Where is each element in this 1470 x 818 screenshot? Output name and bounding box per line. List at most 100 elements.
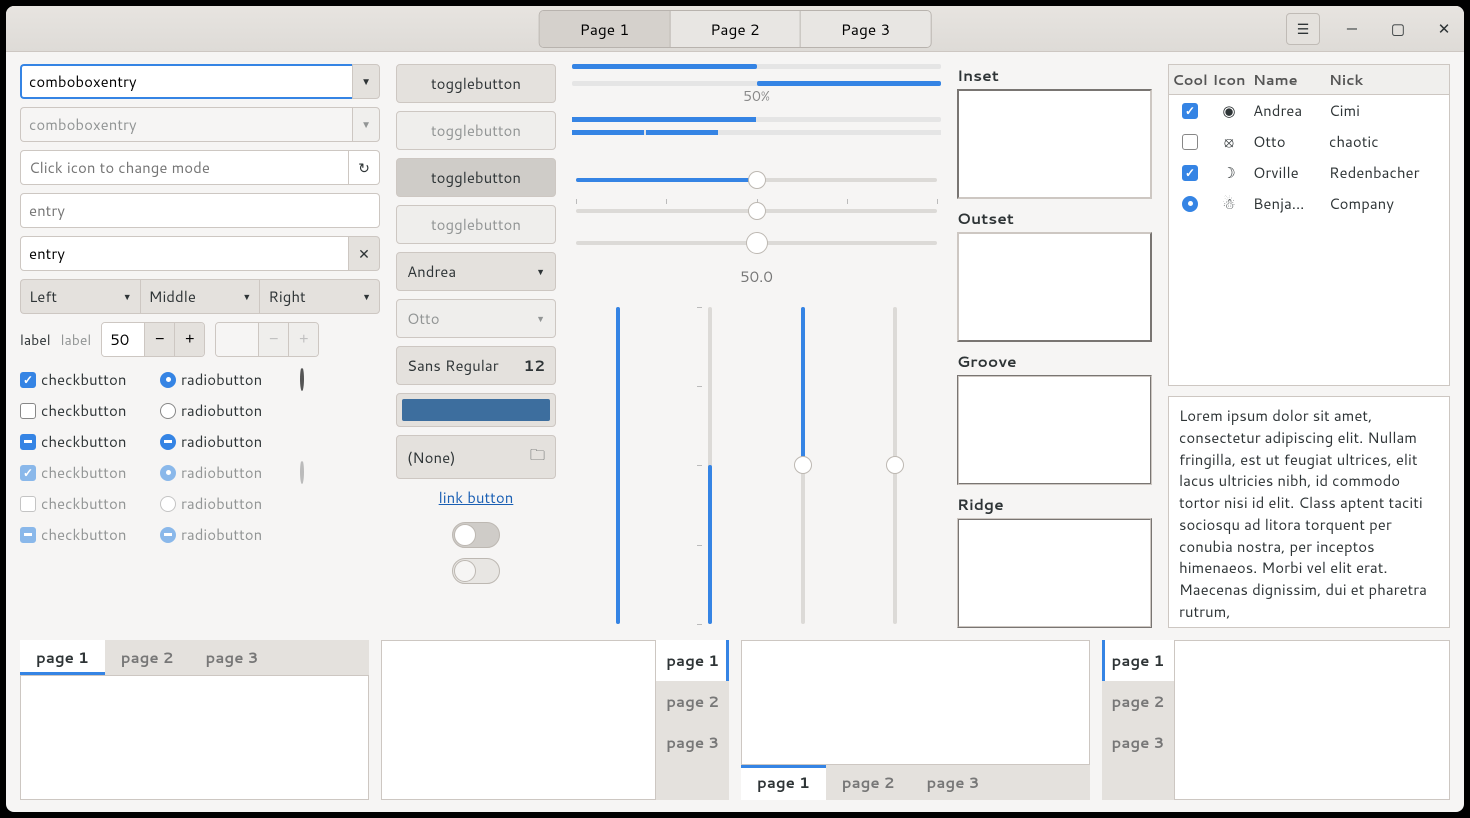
row-radio[interactable]: [1182, 196, 1198, 212]
scale-horizontal-3[interactable]: [572, 234, 941, 258]
check-label: checkbutton: [41, 493, 126, 514]
text-view[interactable]: Lorem ipsum dolor sit amet, consectetur …: [1168, 396, 1450, 628]
menu-button[interactable]: ☰: [1286, 13, 1320, 45]
scale-vertical-2[interactable]: [701, 303, 719, 628]
scale-horizontal-2[interactable]: [572, 202, 941, 220]
row-checkbox[interactable]: [1182, 134, 1198, 150]
checkbox-indeterminate[interactable]: [20, 434, 36, 450]
scale-vertical-3[interactable]: [794, 303, 812, 628]
switch-off[interactable]: [452, 522, 500, 548]
combo-left[interactable]: Left▼: [20, 279, 140, 314]
tab-page-1[interactable]: Page 1: [540, 11, 671, 47]
tree-row[interactable]: ☃ Benja... Company: [1169, 188, 1449, 219]
vertical-scales: [572, 303, 941, 628]
notebook-tab[interactable]: page 3: [190, 640, 275, 675]
notebook-tab[interactable]: page 3: [1102, 722, 1175, 763]
radio-unchecked[interactable]: [160, 403, 176, 419]
progress-with-text: 50%: [572, 81, 941, 109]
folder-icon: 🗀: [530, 444, 545, 470]
notebook-tab[interactable]: page 1: [656, 640, 729, 681]
entry-clearable-input[interactable]: [20, 236, 349, 271]
spin-input[interactable]: [102, 323, 144, 356]
row-checkbox[interactable]: ✓: [1182, 165, 1198, 181]
tree-row[interactable]: ✓ ◉ Andrea Cimi: [1169, 95, 1449, 126]
col-icon[interactable]: Icon: [1211, 65, 1247, 94]
spin-plus[interactable]: +: [174, 323, 204, 356]
notebook-tab[interactable]: page 1: [741, 765, 826, 800]
notebook-tab[interactable]: page 2: [826, 765, 911, 800]
notebook-tab[interactable]: page 1: [1102, 640, 1175, 681]
spin-button-disabled: − +: [215, 322, 319, 357]
col-cool[interactable]: Cool: [1169, 65, 1211, 94]
tab-page-2[interactable]: Page 2: [670, 11, 801, 47]
radio-label: radiobutton: [181, 493, 262, 514]
maximize-button[interactable]: ▢: [1384, 15, 1412, 43]
hamburger-icon: ☰: [1297, 19, 1310, 39]
file-label: (None): [407, 447, 456, 468]
link-button[interactable]: link button: [396, 487, 556, 508]
combobox-entry-input[interactable]: [20, 64, 352, 99]
color-swatch: [402, 399, 550, 421]
tree-header: Cool Icon Name Nick: [1169, 65, 1449, 95]
font-button[interactable]: Sans Regular 12: [396, 346, 556, 385]
label-disabled: label: [61, 330, 92, 350]
row-icon: ☽: [1211, 160, 1247, 185]
scale-horizontal-1[interactable]: [572, 171, 941, 189]
notebook-page: [381, 640, 657, 800]
toggle-button[interactable]: togglebutton: [396, 64, 556, 103]
check-label: checkbutton: [41, 524, 126, 545]
mode-entry-input[interactable]: [20, 150, 349, 185]
notebook-tab[interactable]: page 2: [105, 640, 190, 675]
entry-placeholder[interactable]: [20, 193, 380, 228]
chevron-down-icon[interactable]: ▼: [352, 64, 380, 99]
row-checkbox[interactable]: ✓: [1182, 103, 1198, 119]
entry-clearable[interactable]: ✕: [20, 236, 380, 271]
checkbox-checked[interactable]: ✓: [20, 372, 36, 388]
tree-row[interactable]: ✓ ☽ Orville Redenbacher: [1169, 157, 1449, 188]
stack-switcher: Page 1 Page 2 Page 3: [539, 10, 932, 48]
frame-groove: Groove: [957, 350, 1152, 485]
combo-andrea[interactable]: Andrea▼: [396, 252, 556, 291]
radio-checked[interactable]: [160, 372, 176, 388]
notebook-top: page 1 page 2 page 3: [20, 640, 369, 800]
mode-entry[interactable]: ↻: [20, 150, 380, 185]
check-label: checkbutton: [41, 400, 126, 421]
notebook-tab[interactable]: page 1: [20, 640, 105, 675]
combo-middle[interactable]: Middle▼: [140, 279, 260, 314]
scale-vertical-4[interactable]: [886, 303, 904, 628]
refresh-icon[interactable]: ↻: [349, 150, 380, 185]
tree-view[interactable]: Cool Icon Name Nick ✓ ◉ Andrea Cimi ⦻: [1168, 64, 1450, 386]
clear-icon[interactable]: ✕: [349, 236, 380, 271]
notebook-tab[interactable]: page 3: [911, 765, 996, 800]
file-chooser-button[interactable]: (None) 🗀: [396, 435, 556, 479]
switch-disabled: [452, 558, 500, 584]
radio-unchecked-disabled: [160, 496, 176, 512]
tree-row[interactable]: ⦻ Otto chaotic: [1169, 126, 1449, 157]
notebook-tab[interactable]: page 3: [656, 722, 729, 763]
font-name: Sans Regular: [407, 355, 499, 376]
notebook-page: [20, 675, 369, 800]
color-button[interactable]: [396, 393, 556, 427]
combobox-entry-focused[interactable]: ▼: [20, 64, 380, 99]
radio-indeterminate[interactable]: [160, 434, 176, 450]
notebook-right: page 1 page 2 page 3: [381, 640, 730, 800]
progress-text: 50%: [572, 86, 941, 106]
tab-page-3[interactable]: Page 3: [801, 11, 931, 47]
minimize-button[interactable]: —: [1338, 15, 1366, 43]
spin-minus[interactable]: −: [144, 323, 174, 356]
progress-bar-1: [572, 64, 941, 69]
combo-right[interactable]: Right▼: [259, 279, 380, 314]
font-size: 12: [524, 355, 545, 376]
checkbox-unchecked[interactable]: [20, 403, 36, 419]
minimize-icon: —: [1347, 18, 1357, 39]
toggle-button-active[interactable]: togglebutton: [396, 158, 556, 197]
scale-vertical-1[interactable]: [609, 303, 627, 628]
notebook-tab[interactable]: page 2: [656, 681, 729, 722]
spin-button[interactable]: − +: [101, 322, 205, 357]
checkbox-indeterminate-disabled: [20, 527, 36, 543]
content: ▼ ▼ ↻ ✕ Left▼ Middle▼ Righ: [6, 52, 1464, 812]
notebook-tab[interactable]: page 2: [1102, 681, 1175, 722]
col-name[interactable]: Name: [1247, 65, 1323, 94]
close-button[interactable]: ✕: [1430, 15, 1458, 43]
col-nick[interactable]: Nick: [1323, 65, 1449, 94]
